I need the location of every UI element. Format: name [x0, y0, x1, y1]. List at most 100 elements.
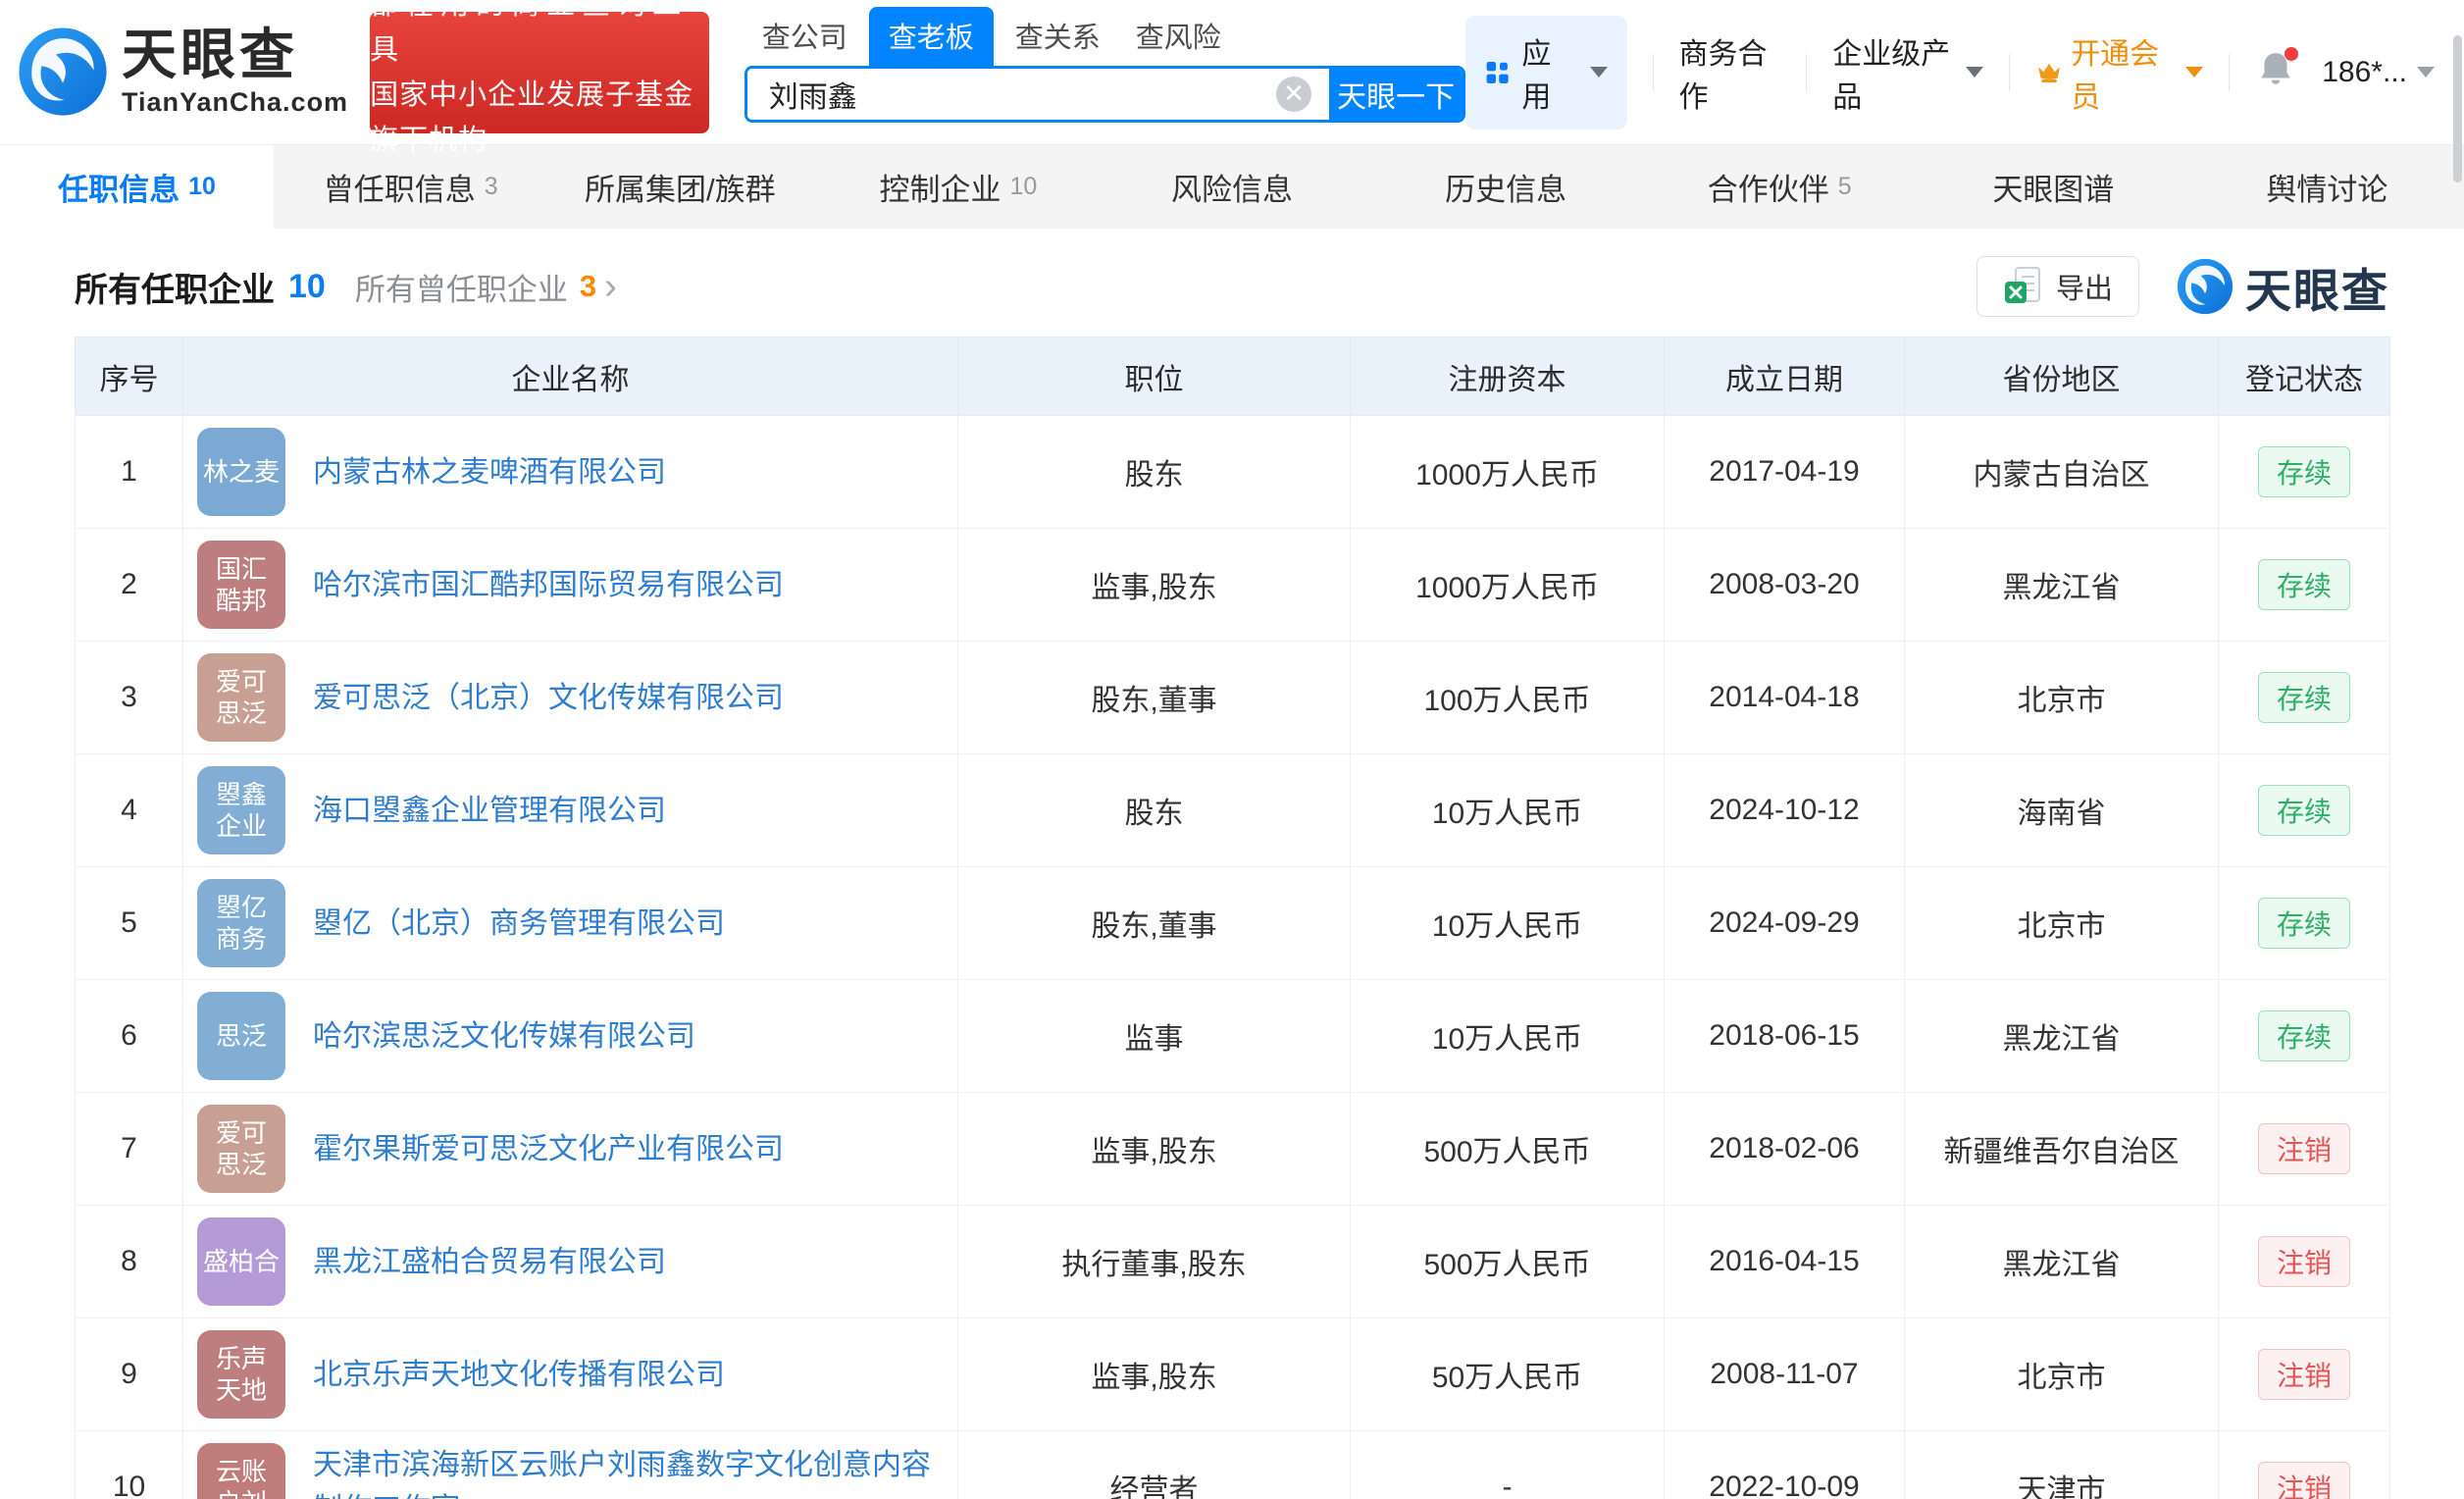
clear-icon[interactable]: ✕ — [1276, 76, 1312, 112]
company-badge[interactable]: 国汇 酷邦 — [197, 541, 285, 629]
date-cell: 2008-11-07 — [1664, 1318, 1905, 1431]
capital-cell: - — [1350, 1430, 1665, 1499]
tab-risk-info[interactable]: 风险信息 — [1095, 145, 1368, 229]
table-row: 2 国汇 酷邦 哈尔滨市国汇酷邦国际贸易有限公司 监事,股东 1000万人民币 … — [75, 528, 2390, 642]
date-cell: 2017-04-19 — [1664, 415, 1905, 529]
status-badge: 注销 — [2257, 1236, 2350, 1287]
tab-label: 历史信息 — [1445, 173, 1567, 207]
province-cell: 黑龙江省 — [1904, 528, 2219, 642]
tab-history-info[interactable]: 历史信息 — [1369, 145, 1643, 229]
province-cell: 北京市 — [1904, 866, 2219, 980]
profile-tab-bar: 任职信息 10 曾任职信息 3 所属集团/族群 控制企业 10 风险信息 历史信… — [0, 144, 2464, 229]
status-badge: 存续 — [2257, 559, 2350, 610]
search-tab-company[interactable]: 查公司 — [744, 15, 865, 66]
tianyancha-logo[interactable]: 天眼查 TianYanCha.com — [18, 26, 348, 119]
row-index: 2 — [75, 528, 183, 642]
position-cell: 监事,股东 — [957, 1318, 1351, 1431]
province-cell: 天津市 — [1904, 1430, 2219, 1499]
tab-label: 曾任职信息 — [323, 173, 476, 207]
date-cell: 2022-10-09 — [1664, 1430, 1905, 1499]
company-badge[interactable]: 爱可 思泛 — [197, 653, 285, 742]
search-tab-boss[interactable]: 查老板 — [868, 6, 994, 66]
notification-bell[interactable] — [2257, 46, 2299, 96]
company-badge[interactable]: 爱可 思泛 — [197, 1105, 285, 1193]
province-cell: 黑龙江省 — [1904, 1205, 2219, 1318]
row-index: 6 — [75, 979, 183, 1093]
tab-label: 控制企业 — [879, 173, 1001, 207]
company-badge[interactable]: 思泛 — [197, 992, 285, 1080]
capital-cell: 10万人民币 — [1350, 753, 1665, 867]
company-name-link[interactable]: 海口曌鑫企业管理有限公司 — [313, 789, 666, 833]
company-badge[interactable]: 乐声 天地 — [197, 1330, 285, 1419]
scrollbar[interactable] — [2453, 35, 2462, 182]
col-header-status: 登记状态 — [2218, 336, 2390, 416]
tab-positions[interactable]: 任职信息 10 — [0, 145, 275, 229]
company-name-link[interactable]: 爱可思泛（北京）文化传媒有限公司 — [313, 676, 784, 720]
company-name-link[interactable]: 黑龙江盛柏合贸易有限公司 — [313, 1240, 666, 1284]
company-name-link[interactable]: 北京乐声天地文化传播有限公司 — [313, 1353, 725, 1397]
tab-former-positions[interactable]: 曾任职信息 3 — [274, 145, 547, 229]
enterprise-products-label: 企业级产品 — [1832, 37, 1951, 114]
apps-menu[interactable]: 应用 — [1465, 15, 1627, 129]
company-badge[interactable]: 云账 户刘 — [197, 1443, 285, 1499]
section-header: 所有任职企业 10 所有曾任职企业 3 › 导出 天眼查 — [75, 254, 2389, 319]
company-badge[interactable]: 林之麦 — [197, 428, 285, 516]
company-name-link[interactable]: 内蒙古林之麦啤酒有限公司 — [313, 450, 666, 494]
tab-group[interactable]: 所属集团/族群 — [547, 145, 821, 229]
company-name-link[interactable]: 天津市滨海新区云账户刘雨鑫数字文化创意内容制作工作室 — [313, 1443, 938, 1499]
chevron-right-icon: › — [604, 266, 617, 307]
row-index: 3 — [75, 641, 183, 754]
row-index: 10 — [75, 1430, 183, 1499]
notification-dot — [2284, 46, 2299, 61]
table-row: 3 爱可 思泛 爱可思泛（北京）文化传媒有限公司 股东,董事 100万人民币 2… — [75, 641, 2390, 754]
col-header-date: 成立日期 — [1664, 336, 1905, 416]
province-cell: 内蒙古自治区 — [1904, 415, 2219, 529]
nav-enterprise-products[interactable]: 企业级产品 — [1832, 29, 1984, 116]
section-count: 10 — [288, 267, 326, 305]
province-cell: 北京市 — [1904, 641, 2219, 754]
capital-cell: 100万人民币 — [1350, 641, 1665, 754]
date-cell: 2014-04-18 — [1664, 641, 1905, 754]
company-badge[interactable]: 曌亿 商务 — [197, 879, 285, 967]
col-header-province: 省份地区 — [1904, 336, 2219, 416]
nav-business-cooperation[interactable]: 商务合作 — [1679, 29, 1781, 116]
status-badge: 存续 — [2257, 898, 2350, 949]
search-tab-risk[interactable]: 查风险 — [1118, 15, 1239, 66]
search-input[interactable] — [746, 68, 1330, 120]
company-badge[interactable]: 盛柏合 — [197, 1217, 285, 1306]
capital-cell: 10万人民币 — [1350, 979, 1665, 1093]
company-name-link[interactable]: 曌亿（北京）商务管理有限公司 — [313, 902, 725, 946]
company-name-link[interactable]: 哈尔滨市国汇酷邦国际贸易有限公司 — [313, 563, 784, 607]
company-name-link[interactable]: 霍尔果斯爱可思泛文化产业有限公司 — [313, 1127, 784, 1171]
nav-open-vip[interactable]: 开通会员 — [2035, 29, 2204, 116]
tab-controlled-companies[interactable]: 控制企业 10 — [821, 145, 1095, 229]
capital-cell: 1000万人民币 — [1350, 415, 1665, 529]
tab-public-opinion[interactable]: 舆情讨论 — [2190, 145, 2464, 229]
row-index: 7 — [75, 1092, 183, 1206]
account-menu[interactable]: 186*... — [2322, 56, 2435, 89]
tab-partners[interactable]: 合作伙伴 5 — [1643, 145, 1917, 229]
tab-graph[interactable]: 天眼图谱 — [1917, 145, 2190, 229]
top-nav: 应用 商务合作 企业级产品 开通会员 186*... — [1465, 15, 2435, 129]
company-name-link[interactable]: 哈尔滨思泛文化传媒有限公司 — [313, 1014, 695, 1059]
watermark-logo: 天眼查 — [2177, 253, 2389, 321]
province-cell: 海南省 — [1904, 753, 2219, 867]
search-tab-relation[interactable]: 查关系 — [998, 15, 1118, 66]
export-button[interactable]: 导出 — [1976, 256, 2139, 317]
capital-cell: 50万人民币 — [1350, 1318, 1665, 1431]
position-cell: 经营者 — [957, 1430, 1351, 1499]
tab-count: 5 — [1837, 173, 1852, 200]
excel-icon — [2004, 267, 2040, 303]
search-tabs: 查公司 查老板 查关系 查风险 — [744, 6, 1465, 66]
position-cell: 股东 — [957, 415, 1351, 529]
search-button[interactable]: 天眼一下 — [1329, 68, 1463, 120]
company-badge[interactable]: 曌鑫 企业 — [197, 766, 285, 854]
tab-count: 10 — [1009, 173, 1038, 200]
former-companies-link[interactable]: 所有曾任职企业 3 › — [355, 265, 617, 309]
tab-count: 10 — [188, 173, 216, 200]
search-block: 查公司 查老板 查关系 查风险 ✕ 天眼一下 — [744, 6, 1466, 123]
export-label: 导出 — [2055, 274, 2113, 305]
company-table-body: 1 林之麦 内蒙古林之麦啤酒有限公司 股东 1000万人民币 2017-04-1… — [75, 415, 2390, 1499]
watermark-text: 天眼查 — [2245, 264, 2389, 317]
table-row: 8 盛柏合 黑龙江盛柏合贸易有限公司 执行董事,股东 500万人民币 2016-… — [75, 1205, 2390, 1318]
